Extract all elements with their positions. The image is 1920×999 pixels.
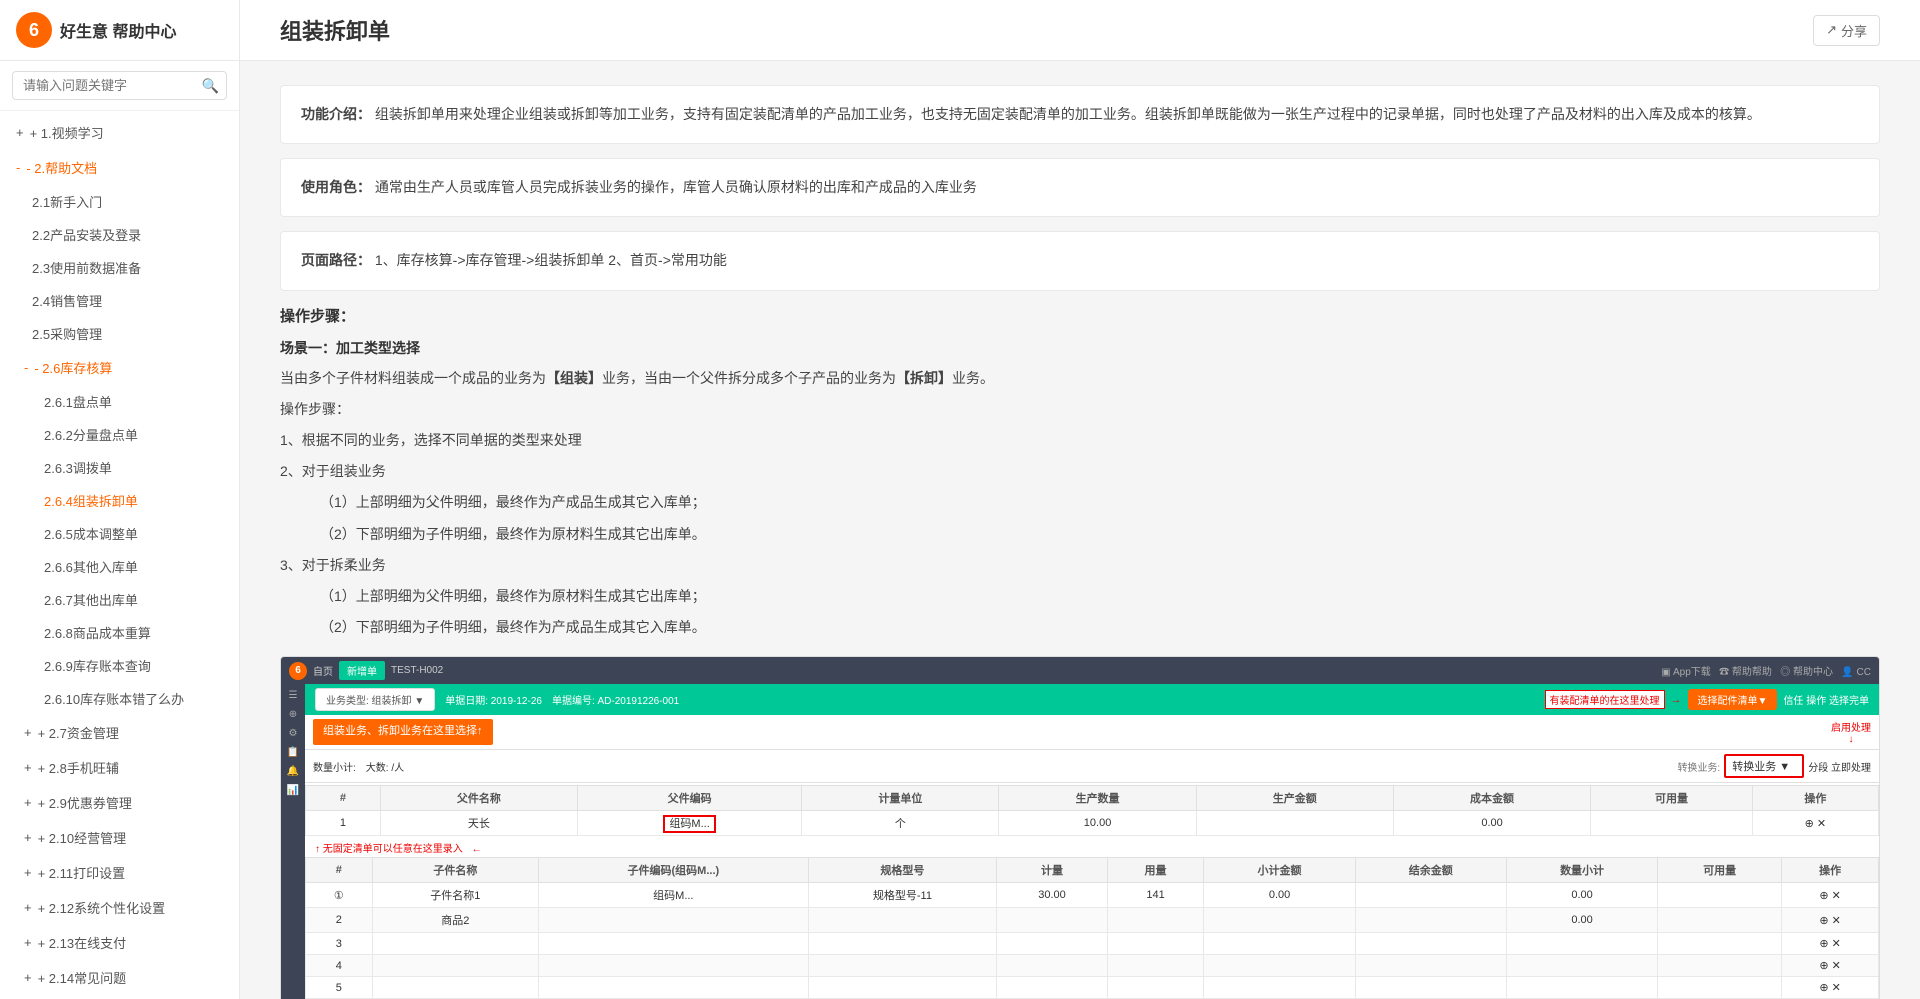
mock-top-nav: 6 自页 新增单 TEST-H002 ▣ App下载 ☎ 帮助帮助 ◎ 帮助中心… [281, 657, 1879, 684]
mock-child-table: # 子件名称 子件编码(组码M...) 规格型号 计量 用量 小计金额 结余金额… [305, 857, 1879, 999]
table-row: 1 天长 组码M... 个 10.00 0.00 ⊕ ✕ [306, 811, 1879, 836]
scene1-title: 场景一：加工类型选择 [280, 338, 1880, 358]
step-2: 2、对于组装业务 [280, 459, 1880, 484]
table-row: 3⊕ ✕ [306, 933, 1879, 955]
minus-icon-inventory: - [24, 360, 28, 375]
table-row: 2 商品2 0.00 ⊕ [306, 908, 1879, 933]
sidebar-item-install[interactable]: 2.2产品安装及登录 [0, 218, 239, 251]
nav-section: + + 1.视频学习 - - 2.帮助文档 2.1新手入门 2.2产品安装及登录… [0, 111, 239, 999]
role-label: 使用角色： [301, 179, 371, 195]
step-3-2: （2）下部明细为子件明细，最终作为产成品生成其它入库单。 [280, 615, 1880, 640]
sidebar-item-sales[interactable]: 2.4销售管理 [0, 284, 239, 317]
ops-steps-title: 操作步骤： [280, 397, 1880, 422]
table-row: 5⊕ ✕ [306, 977, 1879, 999]
path-text: 1、库存核算->库存管理->组装拆卸单 2、首页->常用功能 [375, 252, 727, 268]
annotation-1-text: 有装配清单的在这里处理 [1545, 690, 1665, 709]
intro-text: 组装拆卸单用来处理企业组装或拆卸等加工业务，支持有固定装配清单的产品加工业务，也… [375, 106, 1761, 122]
ops-title: 操作步骤： [280, 305, 1880, 326]
plus-icon-finance: + [24, 725, 32, 740]
step-1: 1、根据不同的业务，选择不同单据的类型来处理 [280, 428, 1880, 453]
plus-icon-operation: + [24, 830, 32, 845]
table-row: ① 子件名称1 组码M... 规格型号-11 30.00 141 0.00 0.… [306, 883, 1879, 908]
annotation-4-area: ↑ 无固定清单可以任意在这里录入 ← [305, 838, 1879, 857]
step-3: 3、对于拆柔业务 [280, 553, 1880, 578]
intro-label: 功能介绍： [301, 106, 371, 122]
step-3-1: （1）上部明细为父件明细，最终作为原材料生成其它出库单； [280, 584, 1880, 609]
sidebar-item-adjust[interactable]: 2.6.3调拨单 [0, 451, 239, 484]
mock-form-fields: 数量小计: 大数: /人 转换业务: 转换业务 ▼ 分段 立即处理 [305, 750, 1879, 783]
share-icon: ↗ [1826, 22, 1837, 38]
sidebar-item-finance[interactable]: + + 2.7资金管理 [0, 715, 239, 750]
logo-icon: 6 [16, 12, 52, 48]
mock-header-bar: 业务类型: 组装拆卸 ▼ 单据日期: 2019-12-26 单据编号: AD-2… [305, 684, 1879, 715]
top-bar: 组装拆卸单 ↗ 分享 [240, 0, 1920, 61]
sidebar-item-faq[interactable]: + + 2.14常见问题 [0, 960, 239, 995]
sidebar-item-new[interactable]: 2.1新手入门 [0, 185, 239, 218]
sidebar-item-purchase[interactable]: 2.5采购管理 [0, 317, 239, 350]
sidebar-item-online-pay[interactable]: + + 2.13在线支付 [0, 925, 239, 960]
sidebar-item-inventory[interactable]: - - 2.6库存核算 [0, 350, 239, 385]
plus-icon-faq: + [24, 970, 32, 985]
sidebar-item-data[interactable]: 2.3使用前数据准备 [0, 251, 239, 284]
mock-sub-toolbar: 组装业务、拆卸业务在这里选择↑ 启用处理 ↓ [305, 715, 1879, 750]
search-icon[interactable]: 🔍 [202, 77, 219, 94]
search-input[interactable] [12, 71, 227, 100]
plus-icon-coupon: + [24, 795, 32, 810]
sidebar-item-mobile[interactable]: + + 2.8手机旺辅 [0, 750, 239, 785]
step-2-1: （1）上部明细为父件明细，最终作为产成品生成其它入库单； [280, 490, 1880, 515]
sidebar-item-partial[interactable]: 2.6.2分量盘点单 [0, 418, 239, 451]
sidebar-item-stocktake[interactable]: 2.6.1盘点单 [0, 385, 239, 418]
step-2-2: （2）下部明细为子件明细，最终作为原材料生成其它出库单。 [280, 522, 1880, 547]
mock-logo: 6 [289, 662, 307, 680]
plus-icon-online-pay: + [24, 935, 32, 950]
share-button[interactable]: ↗ 分享 [1813, 15, 1880, 46]
sidebar-item-stock-err[interactable]: 2.6.10库存账本错了么办 [0, 682, 239, 715]
scene1-desc: 当由多个子件材料组装成一个成品的业务为【组装】业务，当由一个父件拆分成多个子产品… [280, 366, 1880, 391]
sidebar: 6 好生意 帮助中心 🔍 + + 1.视频学习 - - 2.帮助文档 2.1新手… [0, 0, 240, 999]
main-content: 组装拆卸单 ↗ 分享 功能介绍： 组装拆卸单用来处理企业组装或拆卸等加工业务，支… [240, 0, 1920, 999]
role-text: 通常由生产人员或库管人员完成拆装业务的操作，库管人员确认原材料的出库和产成品的入… [375, 179, 977, 195]
plus-icon-print: + [24, 865, 32, 880]
path-label: 页面路径： [301, 252, 371, 268]
screenshot-mockup: 6 自页 新增单 TEST-H002 ▣ App下载 ☎ 帮助帮助 ◎ 帮助中心… [280, 656, 1880, 999]
sidebar-item-custom[interactable]: + + 2.12系统个性化设置 [0, 890, 239, 925]
search-box: 🔍 [0, 61, 239, 111]
intro-block: 功能介绍： 组装拆卸单用来处理企业组装或拆卸等加工业务，支持有固定装配清单的产品… [280, 85, 1880, 144]
sidebar-item-other-in[interactable]: 2.6.6其他入库单 [0, 550, 239, 583]
content-body: 功能介绍： 组装拆卸单用来处理企业组装或拆卸等加工业务，支持有固定装配清单的产品… [240, 61, 1920, 999]
mock-child-table-area: # 子件名称 子件编码(组码M...) 规格型号 计量 用量 小计金额 结余金额… [305, 857, 1879, 999]
sidebar-item-video[interactable]: + + 1.视频学习 [0, 115, 239, 150]
minus-icon: - [16, 160, 20, 175]
mock-parent-table-area: # 父件名称 父件编码 计量单位 生产数量 生产金额 成本金额 可用量 操作 [305, 783, 1879, 838]
mock-parent-table: # 父件名称 父件编码 计量单位 生产数量 生产金额 成本金额 可用量 操作 [305, 785, 1879, 836]
sidebar-item-assembly[interactable]: 2.6.4组装拆卸单 [0, 484, 239, 517]
sidebar-item-stock-check[interactable]: 2.6.9库存账本查询 [0, 649, 239, 682]
mock-content-area: ☰ ⊕ ⚙ 📋 🔔 📊 业务类型: 组装拆卸 ▼ 单据日期: 2019-12-2… [281, 684, 1879, 999]
mock-main-area: 业务类型: 组装拆卸 ▼ 单据日期: 2019-12-26 单据编号: AD-2… [305, 684, 1879, 999]
mock-left-icons: ☰ ⊕ ⚙ 📋 🔔 📊 [281, 684, 305, 999]
path-block: 页面路径： 1、库存核算->库存管理->组装拆卸单 2、首页->常用功能 [280, 231, 1880, 290]
plus-icon-custom: + [24, 900, 32, 915]
mock-btn-config: 选择配件清单▼ [1688, 689, 1778, 710]
sidebar-item-cost[interactable]: 2.6.5成本调整单 [0, 517, 239, 550]
plus-icon: + [16, 125, 24, 140]
page-title: 组装拆卸单 [280, 14, 390, 46]
sidebar-item-print[interactable]: + + 2.11打印设置 [0, 855, 239, 890]
annotation-4: ↑ 无固定清单可以任意在这里录入 [315, 844, 463, 855]
sidebar-item-cases[interactable]: + + 2.15操作案例 [0, 995, 239, 999]
table-row: 4⊕ ✕ [306, 955, 1879, 977]
app-name: 好生意 帮助中心 [60, 18, 176, 42]
sidebar-item-coupon[interactable]: + + 2.9优惠券管理 [0, 785, 239, 820]
sidebar-item-docs[interactable]: - - 2.帮助文档 [0, 150, 239, 185]
sidebar-item-operation[interactable]: + + 2.10经营管理 [0, 820, 239, 855]
sidebar-item-cost-calc[interactable]: 2.6.8商品成本重算 [0, 616, 239, 649]
sidebar-item-other-out[interactable]: 2.6.7其他出库单 [0, 583, 239, 616]
plus-icon-mobile: + [24, 760, 32, 775]
role-block: 使用角色： 通常由生产人员或库管人员完成拆装业务的操作，库管人员确认原材料的出库… [280, 158, 1880, 217]
sidebar-header: 6 好生意 帮助中心 [0, 0, 239, 61]
